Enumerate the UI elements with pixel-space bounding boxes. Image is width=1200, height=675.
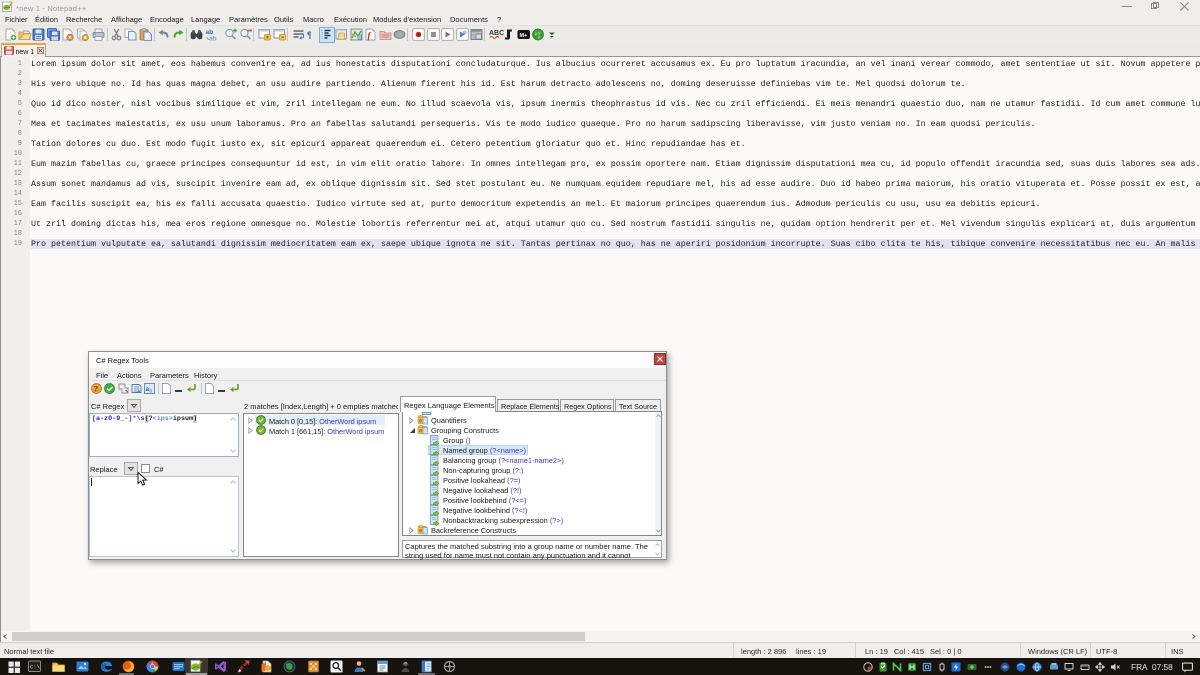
svg-text:M+: M+ — [520, 33, 528, 39]
svg-text:ABC: ABC — [489, 30, 504, 37]
svg-text:b: b — [150, 389, 153, 395]
svg-text:C:\: C:\ — [30, 664, 40, 671]
svg-text:ab: ab — [209, 36, 217, 43]
svg-text:?: ? — [94, 385, 98, 394]
svg-text:¶: ¶ — [307, 30, 312, 40]
